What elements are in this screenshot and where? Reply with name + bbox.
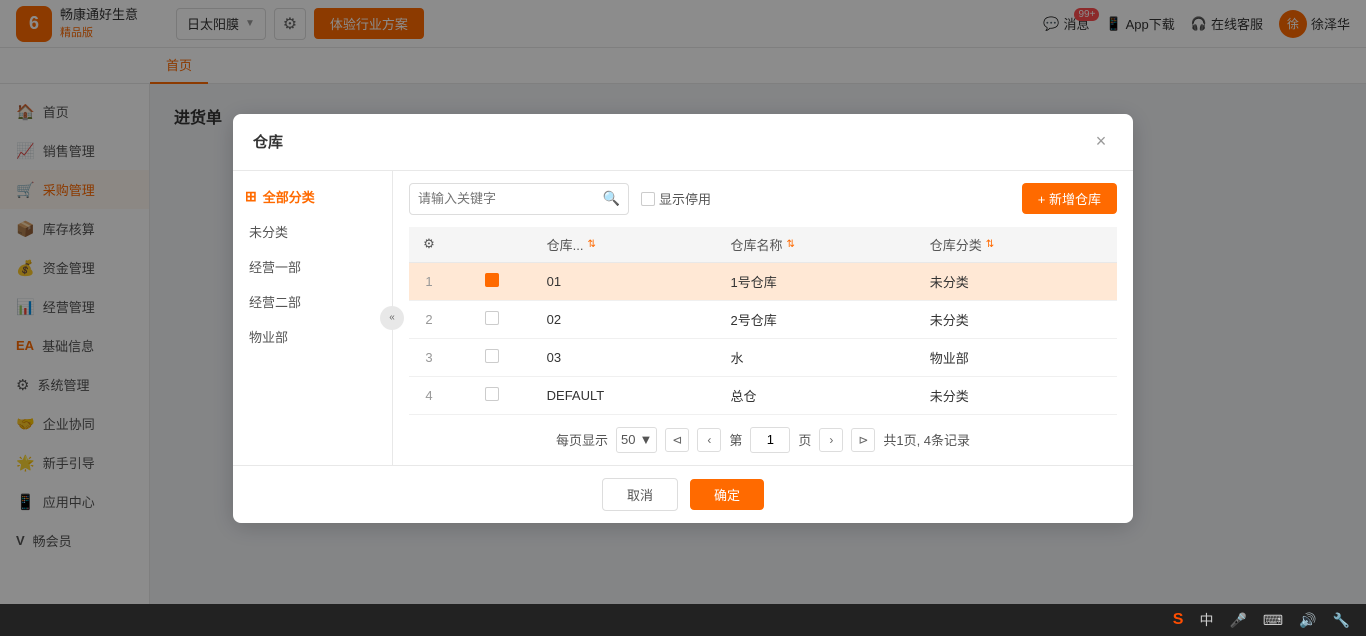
sort-name-icon[interactable]: ⇅ <box>786 239 794 250</box>
page-label: 第 <box>729 430 742 449</box>
row-num-2: 2 <box>409 300 449 338</box>
category-item-dept1[interactable]: 经营一部 <box>233 249 392 284</box>
bottom-bar: S 中 🎤 ⌨ 🔊 🔧 <box>0 604 1366 636</box>
speaker-icon[interactable]: 🔊 <box>1299 612 1316 629</box>
table-body: 1 01 1号仓库 未分类 2 <box>409 262 1117 414</box>
th-settings: ⚙ <box>409 227 449 263</box>
table-row[interactable]: 1 01 1号仓库 未分类 <box>409 262 1117 300</box>
row-category-2: 未分类 <box>918 300 1117 338</box>
show-disabled-label: 显示停用 <box>659 189 711 208</box>
table-row[interactable]: 4 DEFAULT 总仓 未分类 <box>409 376 1117 414</box>
sort-code-icon[interactable]: ⇅ <box>587 239 595 250</box>
disabled-checkbox[interactable] <box>641 192 655 206</box>
th-checkbox <box>449 227 535 263</box>
search-input[interactable] <box>418 191 603 206</box>
row-num-1: 1 <box>409 262 449 300</box>
modal-body: ⊞ 全部分类 未分类 经营一部 经营二部 物业部 « 🔍 <box>233 171 1133 465</box>
row-checkbox-3[interactable] <box>449 338 535 376</box>
grid-icon: ⊞ <box>245 188 257 205</box>
modal-title: 仓库 <box>253 131 283 152</box>
next-page-button[interactable]: › <box>819 428 843 452</box>
table-toolbar: 🔍 显示停用 + 新增仓库 <box>393 171 1133 227</box>
confirm-button[interactable]: 确定 <box>690 479 764 510</box>
chinese-icon: 中 <box>1199 610 1213 630</box>
add-warehouse-button[interactable]: + 新增仓库 <box>1022 183 1117 214</box>
search-box: 🔍 <box>409 183 629 215</box>
row-code-2: 02 <box>535 300 719 338</box>
row-checkbox-1[interactable] <box>449 262 535 300</box>
modal-overlay: 仓库 × ⊞ 全部分类 未分类 经营一部 经营二部 物业部 « <box>0 0 1366 636</box>
table-row[interactable]: 3 03 水 物业部 <box>409 338 1117 376</box>
data-table: ⚙ 仓库... ⇅ 仓库名称 <box>409 227 1117 415</box>
table-header: ⚙ 仓库... ⇅ 仓库名称 <box>409 227 1117 263</box>
row-category-3: 物业部 <box>918 338 1117 376</box>
pagination: 每页显示 50 ▼ ⊲ ‹ 第 页 › ⊳ 共1页, 4条记录 <box>393 415 1133 465</box>
total-info: 共1页, 4条记录 <box>883 430 970 449</box>
per-page-label: 每页显示 <box>556 430 608 449</box>
modal-header: 仓库 × <box>233 114 1133 171</box>
search-icon[interactable]: 🔍 <box>603 190 620 207</box>
sort-category-icon[interactable]: ⇅ <box>986 239 994 250</box>
all-categories-item[interactable]: ⊞ 全部分类 <box>233 179 392 214</box>
row-name-4: 总仓 <box>718 376 917 414</box>
th-category: 仓库分类 ⇅ <box>918 227 1117 263</box>
cancel-button[interactable]: 取消 <box>602 478 678 511</box>
keyboard-icon[interactable]: ⌨ <box>1263 612 1283 629</box>
all-categories-label: 全部分类 <box>263 187 315 206</box>
row-checkbox-2[interactable] <box>449 300 535 338</box>
per-page-select[interactable]: 50 ▼ <box>616 427 657 453</box>
row-category-1: 未分类 <box>918 262 1117 300</box>
page-suffix: 页 <box>798 430 811 449</box>
row-name-3: 水 <box>718 338 917 376</box>
warehouse-modal: 仓库 × ⊞ 全部分类 未分类 经营一部 经营二部 物业部 « <box>233 114 1133 523</box>
settings-tray-icon[interactable]: 🔧 <box>1333 612 1350 629</box>
row-num-3: 3 <box>409 338 449 376</box>
page-number-input[interactable] <box>750 427 790 453</box>
row-num-4: 4 <box>409 376 449 414</box>
prev-page-button[interactable]: ‹ <box>697 428 721 452</box>
last-page-button[interactable]: ⊳ <box>851 428 875 452</box>
s-logo-icon: S <box>1173 611 1184 629</box>
row-category-4: 未分类 <box>918 376 1117 414</box>
mic-icon[interactable]: 🎤 <box>1229 612 1246 629</box>
row-name-1: 1号仓库 <box>718 262 917 300</box>
row-checkbox-4[interactable] <box>449 376 535 414</box>
collapse-sidebar-button[interactable]: « <box>380 306 404 330</box>
dropdown-arrow-icon: ▼ <box>639 432 652 447</box>
close-icon[interactable]: × <box>1089 130 1113 154</box>
row-name-2: 2号仓库 <box>718 300 917 338</box>
row-code-4: DEFAULT <box>535 376 719 414</box>
category-item-property[interactable]: 物业部 <box>233 319 392 354</box>
first-page-button[interactable]: ⊲ <box>665 428 689 452</box>
th-code: 仓库... ⇅ <box>535 227 719 263</box>
category-sidebar: ⊞ 全部分类 未分类 经营一部 经营二部 物业部 « <box>233 171 393 465</box>
warehouse-table: ⚙ 仓库... ⇅ 仓库名称 <box>409 227 1117 415</box>
category-item-dept2[interactable]: 经营二部 <box>233 284 392 319</box>
row-code-3: 03 <box>535 338 719 376</box>
per-page-value: 50 <box>621 432 635 447</box>
th-name: 仓库名称 ⇅ <box>718 227 917 263</box>
row-code-1: 01 <box>535 262 719 300</box>
category-item-unclassified[interactable]: 未分类 <box>233 214 392 249</box>
table-row[interactable]: 2 02 2号仓库 未分类 <box>409 300 1117 338</box>
modal-footer: 取消 确定 <box>233 465 1133 523</box>
show-disabled-toggle[interactable]: 显示停用 <box>641 189 711 208</box>
table-area: 🔍 显示停用 + 新增仓库 ⚙ <box>393 171 1133 465</box>
